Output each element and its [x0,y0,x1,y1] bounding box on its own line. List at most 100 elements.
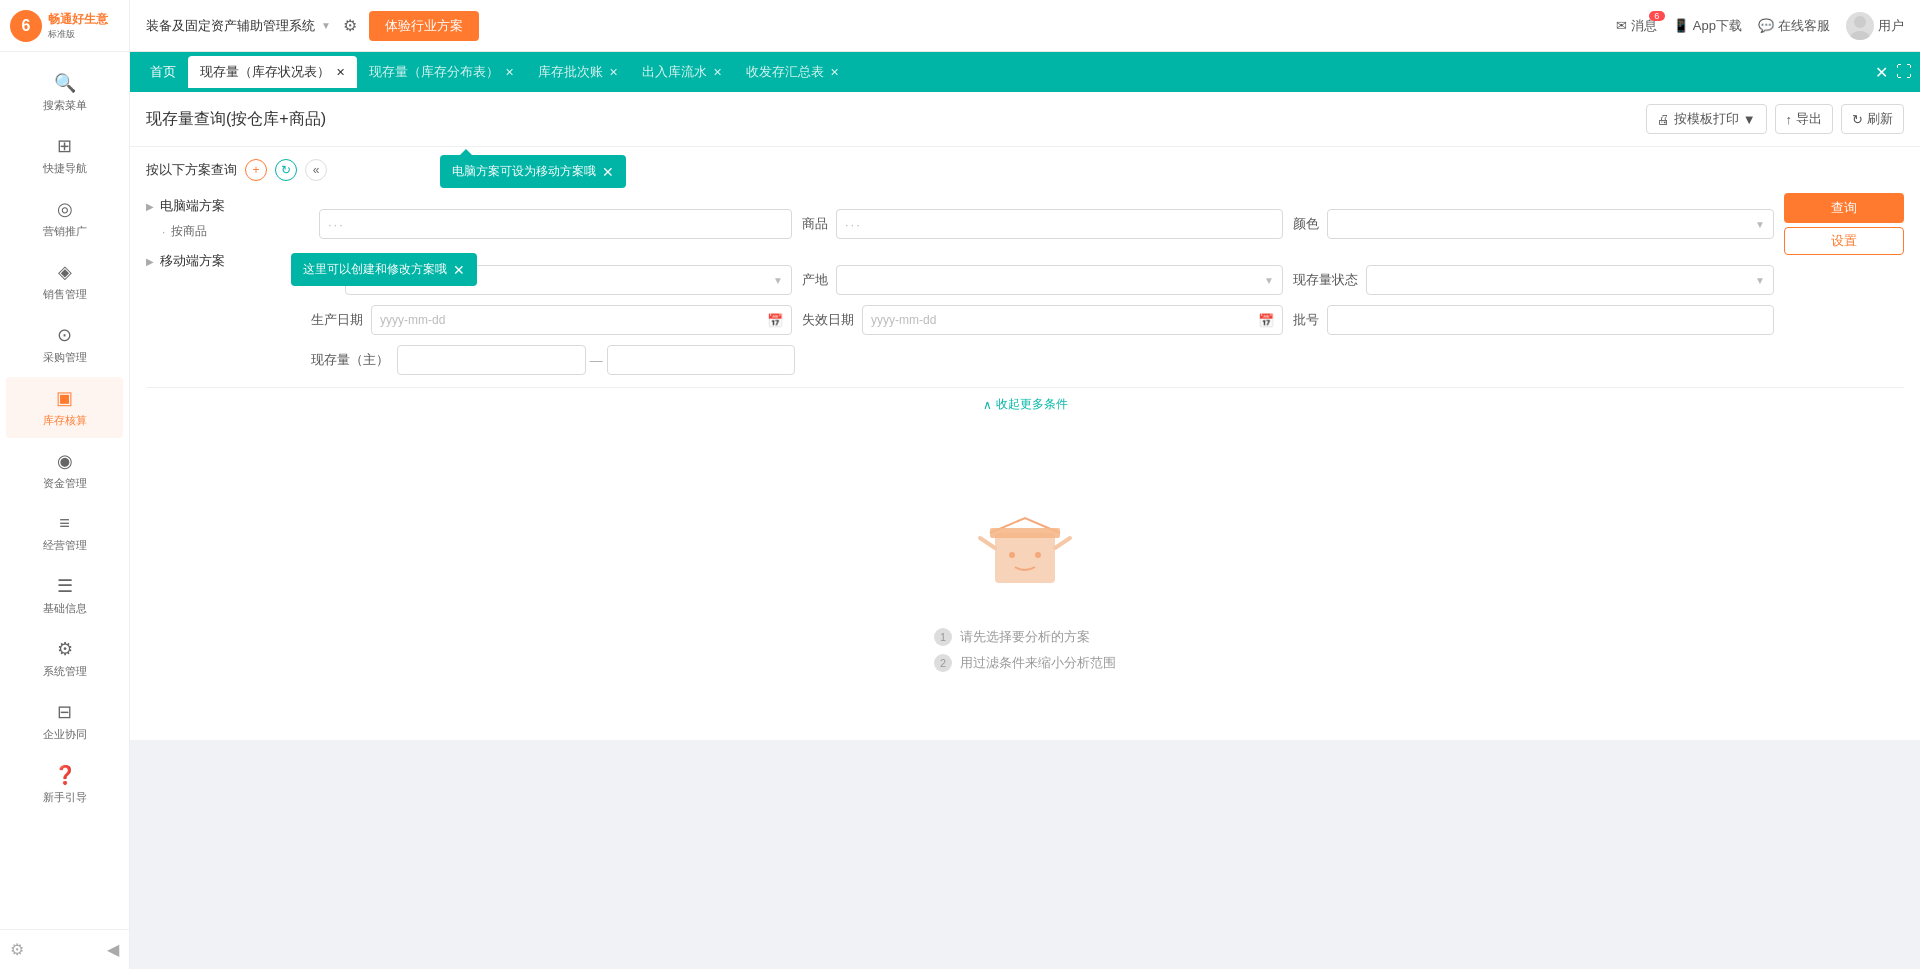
desktop-scheme-label: 电脑端方案 [160,197,225,215]
sidebar-item-sales[interactable]: ◈ 销售管理 [6,251,123,312]
message-icon: ✉ [1616,18,1627,33]
tab-home-label: 首页 [150,63,176,81]
print-chevron-icon: ▼ [1743,112,1756,127]
sidebar: 6 畅通好生意 标准版 🔍 搜索菜单 ⊞ 快捷导航 ◎ 营销推广 ◈ 销售管理 … [0,0,130,969]
popover2-close-btn[interactable]: ✕ [453,262,465,278]
color-chevron-icon: ▼ [1755,219,1765,230]
compass-icon: ⊞ [57,135,72,157]
stock-qty-min[interactable] [397,345,586,375]
popover1-close-btn[interactable]: ✕ [602,164,614,180]
message-action[interactable]: ✉ 消息 6 [1616,17,1657,35]
tab-batch-account[interactable]: 库存批次账 ✕ [526,56,630,88]
empty-step-2: 2 用过滤条件来缩小分析范围 [934,654,1116,672]
sidebar-item-operations[interactable]: ≡ 经营管理 [6,503,123,563]
sidebar-item-search[interactable]: 🔍 搜索菜单 [6,62,123,123]
batch-label: 批号 [1293,311,1319,329]
sidebar-item-system[interactable]: ⚙ 系统管理 [6,628,123,689]
tab-flow-label: 出入库流水 [642,63,707,81]
desktop-scheme-item[interactable]: ▶ 电脑端方案 [146,193,301,219]
experience-button[interactable]: 体验行业方案 [369,11,479,41]
filter-product: 商品 ··· [802,209,1283,239]
print-button[interactable]: 🖨 按模板打印 ▼ [1646,104,1767,134]
sidebar-item-inventory[interactable]: ▣ 库存核算 [6,377,123,438]
mobile-scheme-item[interactable]: ▶ 移动端方案 [146,248,301,274]
print-label: 按模板打印 [1674,110,1739,128]
product-dots: ··· [845,217,862,232]
filter-origin: 产地 ▼ [802,265,1283,295]
export-button[interactable]: ↑ 导出 [1775,104,1834,134]
tab-stock-flow[interactable]: 出入库流水 ✕ [630,56,734,88]
batch-input[interactable] [1327,305,1774,335]
sidebar-item-basic-info[interactable]: ☰ 基础信息 [6,565,123,626]
sales-icon: ◈ [58,261,72,283]
query-button[interactable]: 查询 [1784,193,1904,223]
color-label: 颜色 [1293,215,1319,233]
fullscreen-icon[interactable]: ⛶ [1896,63,1912,81]
empty-illustration [965,493,1085,612]
tab-close-icon[interactable]: ✕ [609,66,618,79]
settings-bottom-icon[interactable]: ⚙ [10,940,24,959]
sidebar-item-purchase[interactable]: ⊙ 采购管理 [6,314,123,375]
step-1-text: 请先选择要分析的方案 [960,628,1090,646]
header-settings-icon[interactable]: ⚙ [343,16,357,35]
filter-color: 颜色 ▼ [1293,209,1774,239]
system-selector[interactable]: 装备及固定资产辅助管理系统 ▼ [146,17,331,35]
online-service-action[interactable]: 💬 在线客服 [1758,17,1830,35]
prod-date-placeholder: yyyy-mm-dd [380,313,445,327]
stock-qty-max[interactable] [607,345,796,375]
add-scheme-btn[interactable]: + [245,159,267,181]
size-chevron-icon: ▼ [773,275,783,286]
close-all-tab-icon[interactable]: ✕ [1875,63,1888,82]
svg-rect-2 [995,533,1055,583]
collapse-button[interactable]: ∧ 收起更多条件 [146,387,1904,421]
prod-date-input[interactable]: yyyy-mm-dd 📅 [371,305,792,335]
app-download-action[interactable]: 📱 App下载 [1673,17,1742,35]
tab-collect-summary[interactable]: 收发存汇总表 ✕ [734,56,851,88]
refresh-scheme-btn[interactable]: ↻ [275,159,297,181]
calendar-icon[interactable]: 📅 [767,313,783,328]
operations-icon: ≡ [59,513,70,534]
tab-close-icon[interactable]: ✕ [336,66,345,79]
sidebar-item-quick-nav[interactable]: ⊞ 快捷导航 [6,125,123,186]
app-header: 装备及固定资产辅助管理系统 ▼ ⚙ 体验行业方案 ✉ 消息 6 📱 App下载 … [130,0,1920,52]
tab-close-icon[interactable]: ✕ [713,66,722,79]
product-input[interactable]: ··· [836,209,1283,239]
filter-header: 按以下方案查询 + ↻ « 电脑方案可设为移动方案哦 ✕ [146,159,1904,181]
tab-close-icon[interactable]: ✕ [505,66,514,79]
tab-close-icon[interactable]: ✕ [830,66,839,79]
origin-select[interactable]: ▼ [836,265,1283,295]
page-actions: 🖨 按模板打印 ▼ ↑ 导出 ↻ 刷新 [1646,104,1904,134]
origin-chevron-icon: ▼ [1264,275,1274,286]
exp-date-input[interactable]: yyyy-mm-dd 📅 [862,305,1283,335]
filter-section: 按以下方案查询 + ↻ « 电脑方案可设为移动方案哦 ✕ [130,146,1920,433]
sidebar-item-enterprise[interactable]: ⊟ 企业协同 [6,691,123,752]
tab-stock-dist-label: 现存量（库存分布表） [369,63,499,81]
sidebar-item-marketing[interactable]: ◎ 营销推广 [6,188,123,249]
stock-status-select[interactable]: ▼ [1366,265,1774,295]
desktop-scheme-subitem[interactable]: · 按商品 [162,219,301,244]
reset-button[interactable]: 设置 [1784,227,1904,255]
warehouse-input[interactable]: ··· [319,209,792,239]
guide-icon: ❓ [54,764,76,786]
origin-label: 产地 [802,271,828,289]
exp-calendar-icon[interactable]: 📅 [1258,313,1274,328]
user-action[interactable]: 用户 [1846,12,1904,40]
filter-batch: 批号 [1293,305,1774,335]
sidebar-item-finance[interactable]: ◉ 资金管理 [6,440,123,501]
user-avatar [1846,12,1874,40]
refresh-button[interactable]: ↻ 刷新 [1841,104,1904,134]
warehouse-dots: ··· [328,217,345,232]
tab-stock-dist[interactable]: 现存量（库存分布表） ✕ [357,56,526,88]
export-label: 导出 [1796,110,1822,128]
subitem-label: 按商品 [171,223,207,240]
tab-home[interactable]: 首页 [138,56,188,88]
color-select[interactable]: ▼ [1327,209,1774,239]
sidebar-item-guide[interactable]: ❓ 新手引导 [6,754,123,815]
refresh-icon: ↻ [1852,112,1863,127]
range-dash: — [590,353,603,368]
user-label: 用户 [1878,17,1904,35]
tab-stock-status[interactable]: 现存量（库存状况表） ✕ [188,56,357,88]
back-scheme-btn[interactable]: « [305,159,327,181]
step-2-text: 用过滤条件来缩小分析范围 [960,654,1116,672]
collapse-sidebar-icon[interactable]: ◀ [107,940,119,959]
